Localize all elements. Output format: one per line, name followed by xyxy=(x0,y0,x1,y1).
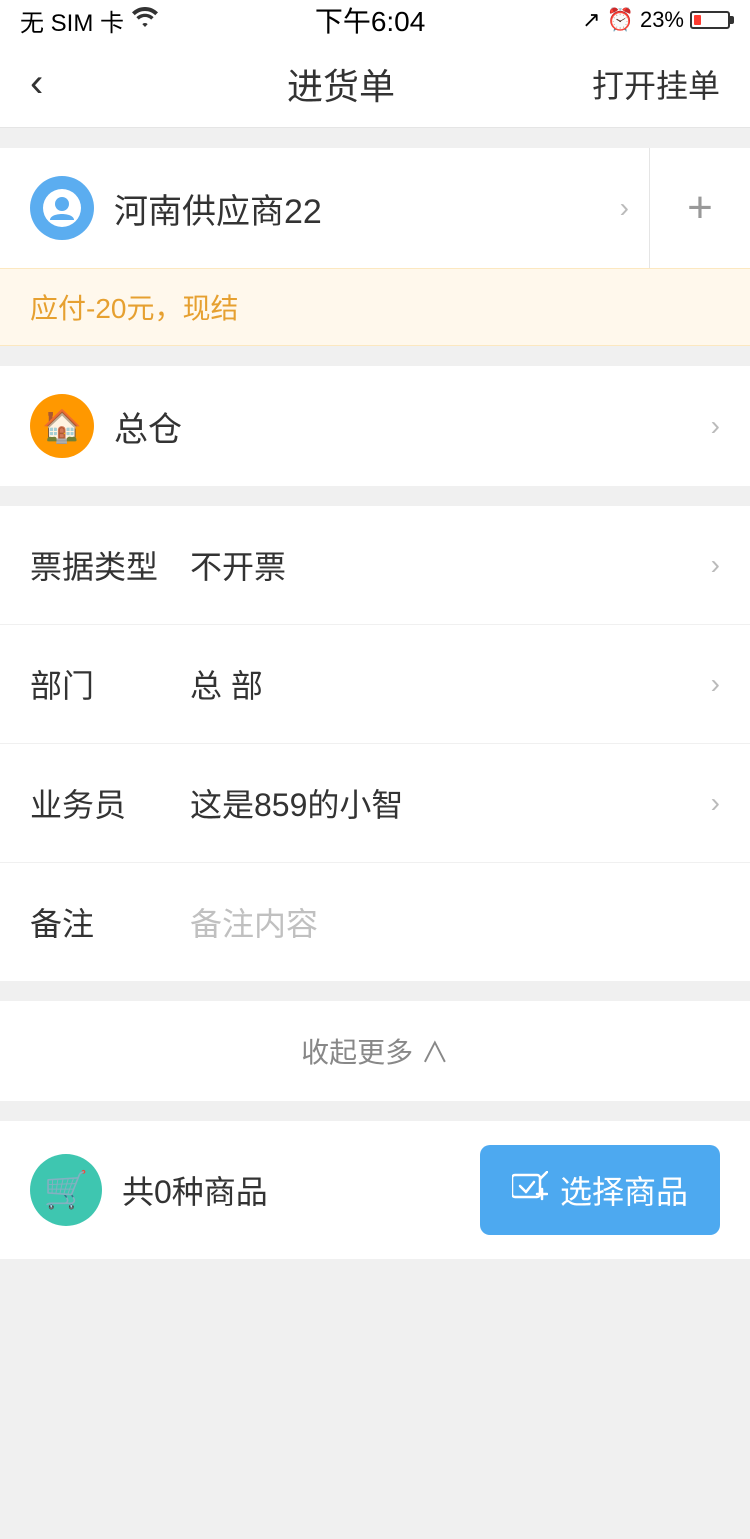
product-count: 共0种商品 xyxy=(122,1167,460,1213)
department-value: 总 部 xyxy=(190,661,701,707)
alarm-icon: ⏰ xyxy=(607,7,634,33)
page-title: 进货单 xyxy=(90,58,592,110)
warehouse-section: 🏠 总仓 › xyxy=(0,366,750,486)
supplier-section: 河南供应商22 › + xyxy=(0,148,750,268)
notice-banner: 应付-20元，现结 xyxy=(0,268,750,346)
open-pending-button[interactable]: 打开挂单 xyxy=(592,61,720,107)
salesperson-chevron: › xyxy=(711,787,720,819)
supplier-selector[interactable]: 河南供应商22 › xyxy=(0,148,650,268)
invoice-type-row[interactable]: 票据类型 不开票 › xyxy=(0,506,750,625)
department-label: 部门 xyxy=(30,661,190,707)
supplier-avatar xyxy=(30,176,94,240)
invoice-type-chevron: › xyxy=(711,549,720,581)
status-right: ↗ ⏰ 23% xyxy=(582,7,730,33)
salesperson-value: 这是859的小智 xyxy=(190,780,701,826)
warehouse-icon-wrap: 🏠 xyxy=(30,394,94,458)
wifi-icon xyxy=(132,6,158,34)
nav-bar: ‹ 进货单 打开挂单 xyxy=(0,40,750,128)
cart-icon-wrap: 🛒 xyxy=(30,1154,102,1226)
remark-label: 备注 xyxy=(30,899,190,945)
add-supplier-button[interactable]: + xyxy=(650,148,750,268)
cart-icon: 🛒 xyxy=(44,1169,89,1211)
status-bar: 无 SIM 卡 下午6:04 ↗ ⏰ 23% xyxy=(0,0,750,40)
remark-row[interactable]: 备注 备注内容 xyxy=(0,863,750,981)
notice-text: 应付-20元，现结 xyxy=(30,293,238,324)
warehouse-chevron-icon: › xyxy=(711,410,720,442)
remark-placeholder: 备注内容 xyxy=(190,899,720,945)
section-gap-1 xyxy=(0,128,750,148)
time-display: 下午6:04 xyxy=(315,0,426,40)
collapse-label: 收起更多 ∧ xyxy=(301,1031,449,1071)
status-left: 无 SIM 卡 xyxy=(20,3,158,38)
salesperson-label: 业务员 xyxy=(30,780,190,826)
back-button[interactable]: ‹ xyxy=(30,61,90,106)
invoice-type-label: 票据类型 xyxy=(30,542,190,588)
department-chevron: › xyxy=(711,668,720,700)
page-bottom xyxy=(0,1259,750,1539)
supplier-chevron-icon: › xyxy=(620,192,629,224)
warehouse-icon: 🏠 xyxy=(42,407,82,445)
select-product-button[interactable]: 选择商品 xyxy=(480,1145,720,1235)
person-icon xyxy=(46,192,78,224)
location-icon: ↗ xyxy=(582,7,600,33)
select-product-icon xyxy=(512,1171,548,1209)
plus-icon: + xyxy=(687,183,713,233)
bottom-bar: 🛒 共0种商品 选择商品 xyxy=(0,1121,750,1259)
form-section: 票据类型 不开票 › 部门 总 部 › 业务员 这是859的小智 › 备注 备注… xyxy=(0,506,750,981)
warehouse-selector[interactable]: 🏠 总仓 › xyxy=(0,366,750,486)
invoice-type-value: 不开票 xyxy=(190,542,701,588)
department-row[interactable]: 部门 总 部 › xyxy=(0,625,750,744)
battery-text: 23% xyxy=(640,7,684,33)
battery-icon xyxy=(690,11,730,29)
collapse-row[interactable]: 收起更多 ∧ xyxy=(0,1001,750,1101)
select-product-label: 选择商品 xyxy=(560,1167,688,1213)
warehouse-name: 总仓 xyxy=(114,402,691,451)
salesperson-row[interactable]: 业务员 这是859的小智 › xyxy=(0,744,750,863)
carrier-text: 无 SIM 卡 xyxy=(20,3,124,38)
supplier-name: 河南供应商22 xyxy=(114,184,600,233)
